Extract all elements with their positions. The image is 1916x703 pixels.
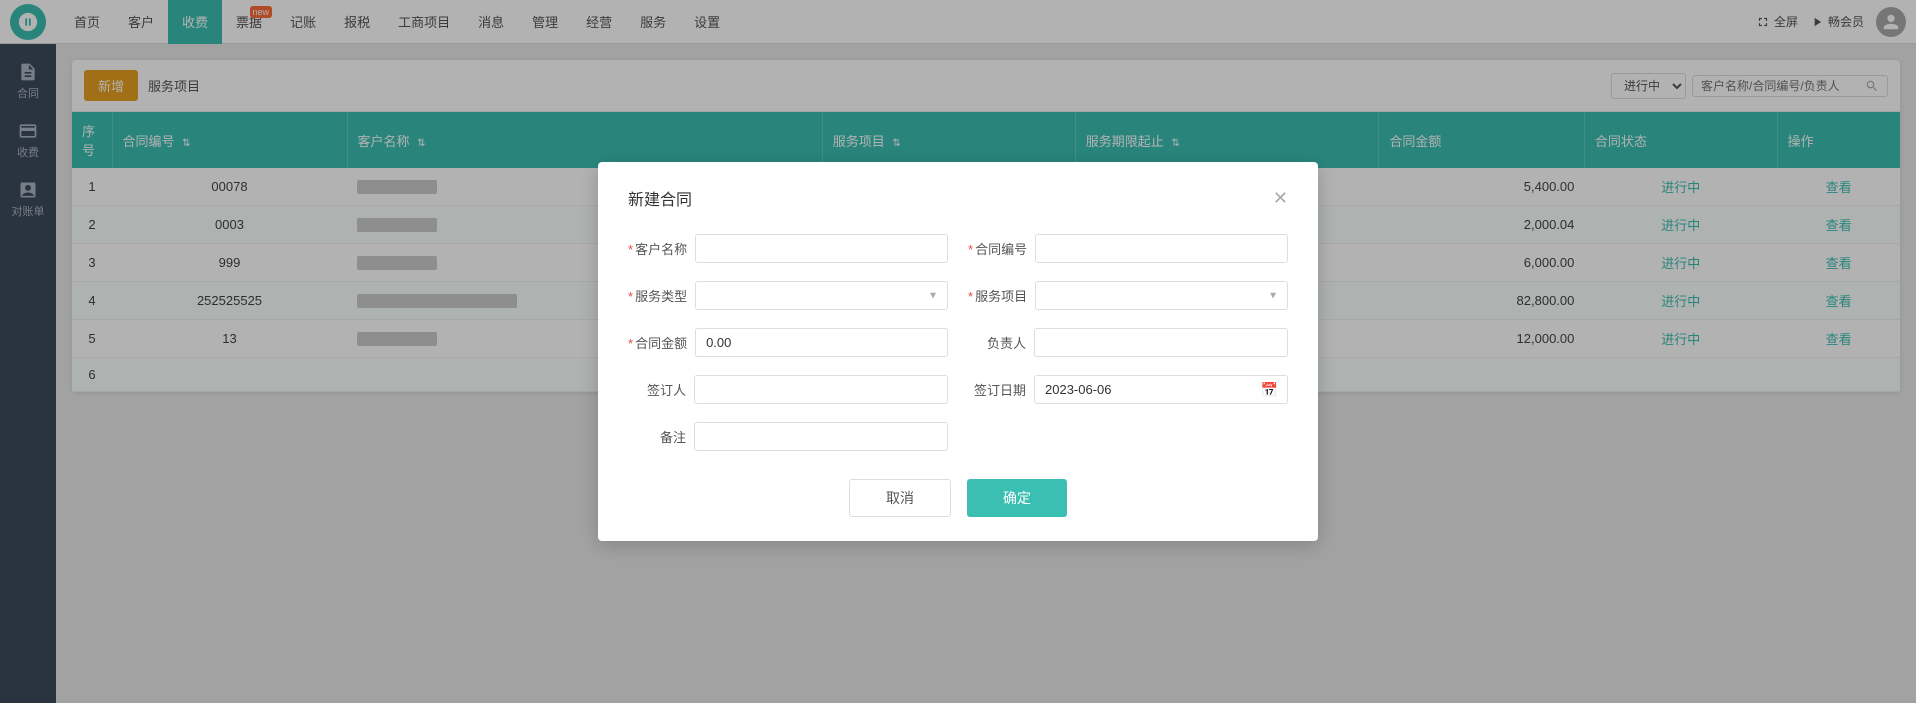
- customer-label: 客户名称: [628, 239, 687, 258]
- contract-no-label: 合同编号: [968, 239, 1027, 258]
- modal-close-button[interactable]: ✕: [1273, 189, 1288, 207]
- form-group-note: 备注: [628, 422, 948, 451]
- signer-input[interactable]: [694, 375, 948, 404]
- service-type-select[interactable]: [695, 281, 948, 310]
- form-row-2: 服务类型 ▼ 服务项目 ▼: [628, 281, 1288, 310]
- form-row-3: 合同金额 负责人: [628, 328, 1288, 357]
- form-group-signer: 签订人: [628, 375, 948, 404]
- modal-overlay: 新建合同 ✕ 客户名称 合同编号 服务类型: [0, 0, 1916, 703]
- note-label: 备注: [628, 427, 686, 446]
- form-group-sign-date: 签订日期 📅: [968, 375, 1288, 404]
- form-group-customer: 客户名称: [628, 234, 948, 263]
- form-group-contract-no: 合同编号: [968, 234, 1288, 263]
- form-row-5: 备注: [628, 422, 1288, 451]
- service-type-label: 服务类型: [628, 286, 687, 305]
- cancel-button[interactable]: 取消: [849, 479, 951, 517]
- sign-date-input[interactable]: [1034, 375, 1288, 404]
- service-item-select[interactable]: [1035, 281, 1288, 310]
- signer-label: 签订人: [628, 380, 686, 399]
- modal-header: 新建合同 ✕: [628, 186, 1288, 210]
- form-group-owner: 负责人: [968, 328, 1288, 357]
- form-group-service-type: 服务类型 ▼: [628, 281, 948, 310]
- owner-input[interactable]: [1034, 328, 1288, 357]
- amount-label: 合同金额: [628, 333, 687, 352]
- form-group-amount: 合同金额: [628, 328, 948, 357]
- form-row-1: 客户名称 合同编号: [628, 234, 1288, 263]
- sign-date-label: 签订日期: [968, 380, 1026, 399]
- service-item-label: 服务项目: [968, 286, 1027, 305]
- form-row-4: 签订人 签订日期 📅: [628, 375, 1288, 404]
- owner-label: 负责人: [968, 333, 1026, 352]
- customer-input[interactable]: [695, 234, 948, 263]
- modal-title: 新建合同: [628, 186, 692, 210]
- amount-input[interactable]: [695, 328, 948, 357]
- confirm-button[interactable]: 确定: [967, 479, 1067, 517]
- contract-no-input[interactable]: [1035, 234, 1288, 263]
- modal-body: 客户名称 合同编号 服务类型 ▼: [628, 234, 1288, 451]
- modal-footer: 取消 确定: [628, 479, 1288, 517]
- service-item-select-wrap: ▼: [1035, 281, 1288, 310]
- form-group-service-item: 服务项目 ▼: [968, 281, 1288, 310]
- note-input[interactable]: [694, 422, 948, 451]
- new-contract-modal: 新建合同 ✕ 客户名称 合同编号 服务类型: [598, 162, 1318, 541]
- service-type-select-wrap: ▼: [695, 281, 948, 310]
- date-input-wrap: 📅: [1034, 375, 1288, 404]
